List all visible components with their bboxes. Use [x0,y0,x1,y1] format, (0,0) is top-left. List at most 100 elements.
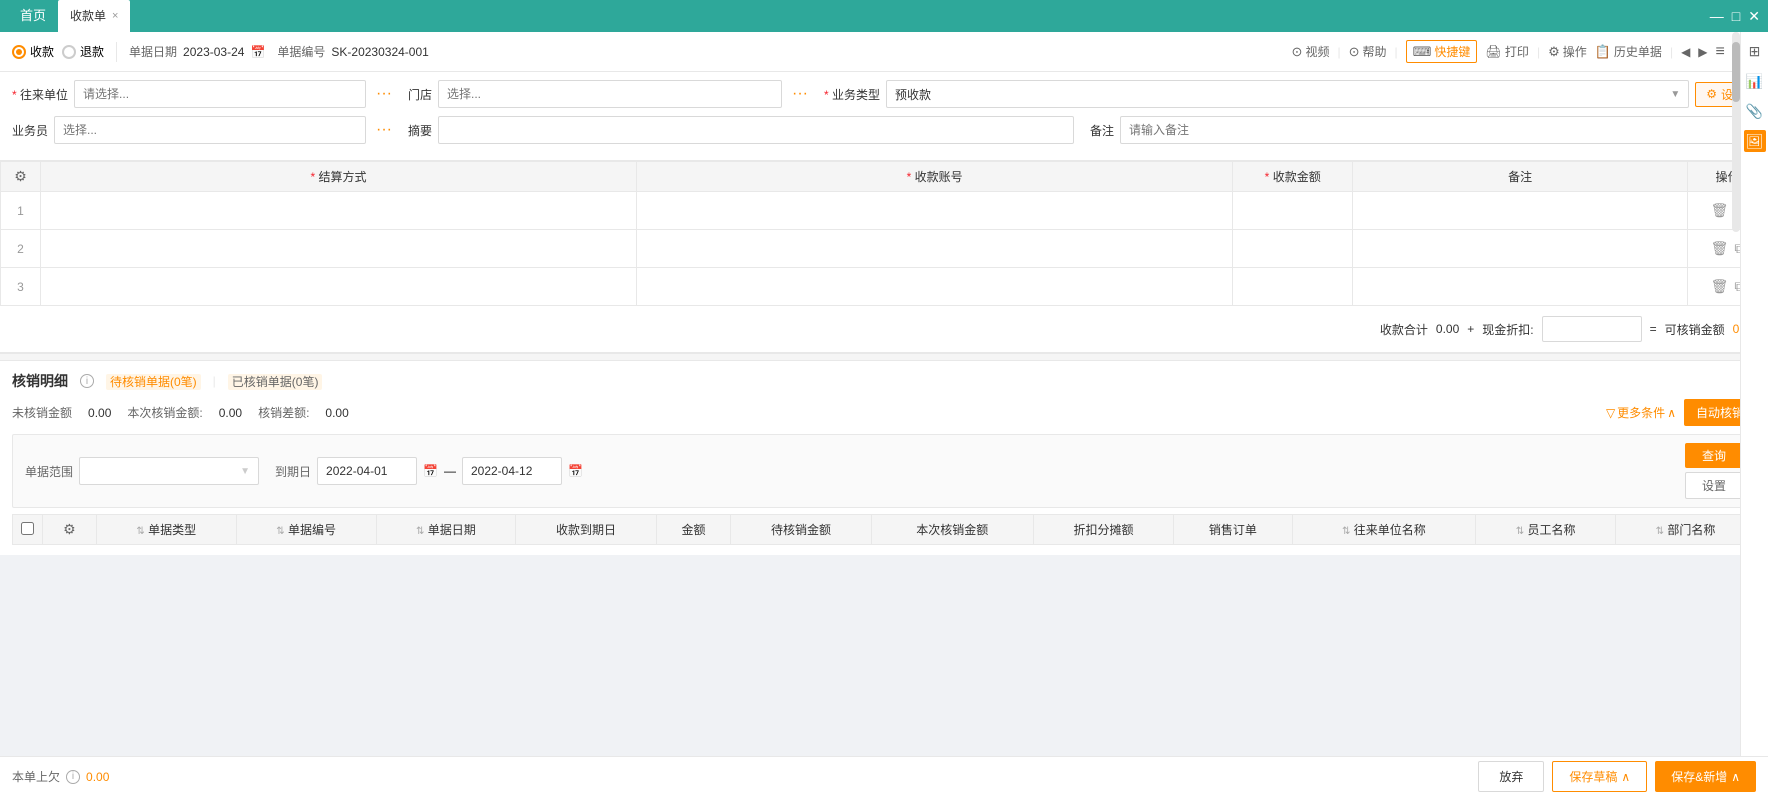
range-select[interactable]: ▼ [79,457,259,485]
date-label: 单据日期 [129,43,177,60]
date-to-input[interactable] [462,457,562,485]
sort-type-icon[interactable]: ⇅ [136,526,144,537]
window-minimize-btn[interactable]: — [1710,8,1724,24]
sidebar-screenshot-icon[interactable]: 🖼 [1744,130,1766,152]
amount-cell-3[interactable] [1233,268,1353,306]
remarks-label: 备注 [1090,122,1114,139]
col-account-header: 收款账号 [637,162,1233,192]
business-type-select[interactable]: 预收款 ▼ [886,80,1689,108]
action-history[interactable]: 📋 历史单据 [1595,43,1662,60]
verify-table: ⚙ ⇅ 单据类型 ⇅ 单据编号 ⇅ 单据日期 收款到期日 金 [12,514,1756,545]
staff-field: 业务员 ··· [12,116,392,144]
verify-col-gear[interactable]: ⚙ [43,515,97,545]
staff-input[interactable] [54,116,366,144]
operation-icon: ⚙ [1548,44,1560,60]
nav-next-icon[interactable]: ▶ [1698,45,1707,59]
sort-dept-icon[interactable]: ⇅ [1656,526,1664,537]
tab-active[interactable]: 收款单 × [58,0,130,32]
action-video-label: 视频 [1305,43,1329,60]
settlement-cell-2[interactable] [41,230,637,268]
number-label: 单据编号 [277,43,325,60]
settlement-cell-3[interactable] [41,268,637,306]
amount-cell-2[interactable] [1233,230,1353,268]
radio-refund[interactable]: 退款 [62,43,104,60]
calendar-from-icon[interactable]: 📅 [423,464,438,478]
verify-diff-value: 0.00 [325,406,348,420]
window-close-btn[interactable]: ✕ [1748,8,1760,25]
radio-receipt[interactable]: 收款 [12,43,54,60]
account-cell-3[interactable] [637,268,1233,306]
tab-home[interactable]: 首页 [8,0,58,32]
date-from-input[interactable] [317,457,417,485]
delete-row-1-btn[interactable]: 🗑 [1711,202,1729,219]
settlement-cell-1[interactable] [41,192,637,230]
store-more-icon[interactable]: ··· [792,85,808,103]
save-draft-button[interactable]: 保存草稿 ∧ [1552,761,1647,792]
remarks-cell-1[interactable] [1353,192,1688,230]
pending-tab-label: 待核销单据(0笔) [106,374,201,390]
col-settings[interactable]: ⚙ [1,162,41,192]
verify-col-discount-label: 折扣分摊额 [1074,523,1134,537]
select-all-checkbox[interactable] [21,522,34,535]
remarks-input[interactable] [1120,116,1756,144]
summary-input[interactable] [438,116,1074,144]
counterpart-input[interactable] [74,80,366,108]
sort-number-icon[interactable]: ⇅ [276,526,284,537]
gear-icon: ⚙ [1706,87,1717,101]
table-gear-icon[interactable]: ⚙ [14,168,27,184]
delete-row-2-btn[interactable]: 🗑 [1711,240,1729,257]
sidebar-attachment-icon[interactable]: 📎 [1744,100,1766,122]
save-draft-chevron: ∧ [1621,770,1630,784]
sidebar-chart-icon[interactable]: 📊 [1744,70,1766,92]
pending-verify-tab[interactable]: 待核销单据(0笔) [106,373,201,390]
tab-close-icon[interactable]: × [112,0,118,32]
bottom-info-icon[interactable]: i [66,770,80,784]
section-separator [0,353,1768,361]
nav-prev-icon[interactable]: ◀ [1681,45,1690,59]
action-operation[interactable]: ⚙ 操作 [1548,43,1587,60]
scrollbar[interactable] [1732,32,1740,232]
action-help[interactable]: ⊙ 帮助 [1349,43,1387,60]
calendar-to-icon[interactable]: 📅 [568,464,583,478]
layout-list-icon[interactable]: ≡ [1716,43,1725,61]
remarks-cell-3[interactable] [1353,268,1688,306]
help-icon: ⊙ [1349,44,1360,60]
date-range-field: 到期日 📅 — 📅 [275,457,583,485]
verify-info-icon[interactable]: i [80,374,94,388]
more-filter-label: 更多条件 [1617,404,1665,421]
more-filter-btn[interactable]: ▽ 更多条件 ∧ [1606,404,1676,421]
remarks-cell-2[interactable] [1353,230,1688,268]
verified-tab[interactable]: 已核销单据(0笔) [228,373,323,390]
toolbar-actions: ⊙ 视频 | ⊙ 帮助 | ⌨ 快捷键 🖨 打印 | ⚙ 操作 📋 历史单据 |… [1292,40,1756,64]
verify-col-current-label: 本次核销金额 [916,523,988,537]
action-print[interactable]: 🖨 打印 [1485,43,1529,60]
store-input[interactable] [438,80,782,108]
save-new-button[interactable]: 保存&新增 ∧ [1655,761,1756,792]
counterpart-field: 往来单位 ··· [12,80,392,108]
staff-more-icon[interactable]: ··· [376,121,392,139]
calendar-icon[interactable]: 📅 [250,45,265,59]
scrollbar-thumb[interactable] [1732,42,1740,102]
sort-staff-icon[interactable]: ⇅ [1516,526,1524,537]
query-button[interactable]: 查询 [1685,443,1743,468]
discard-button[interactable]: 放弃 [1478,761,1544,792]
sort-counterpart-icon[interactable]: ⇅ [1342,526,1350,537]
action-shortcut[interactable]: ⌨ 快捷键 [1406,40,1478,63]
window-maximize-btn[interactable]: □ [1732,8,1740,24]
account-cell-2[interactable] [637,230,1233,268]
action-video[interactable]: ⊙ 视频 [1292,43,1330,60]
filter-setting-button[interactable]: 设置 [1685,472,1743,499]
date-range-separator: — [444,464,456,478]
sort-date-icon[interactable]: ⇅ [416,526,424,537]
counterpart-more-icon[interactable]: ··· [376,85,392,103]
number-value: SK-20230324-001 [331,45,428,59]
delete-row-3-btn[interactable]: 🗑 [1711,278,1729,295]
verify-col-checkbox[interactable] [13,515,43,545]
bottom-bar: 本单上欠 i 0.00 放弃 保存草稿 ∧ 保存&新增 ∧ [0,756,1768,796]
amount-cell-1[interactable] [1233,192,1353,230]
sidebar-table-icon[interactable]: ⊞ [1744,40,1766,62]
available-label: 可核销金额 [1665,321,1725,338]
discount-input[interactable] [1542,316,1642,342]
account-cell-1[interactable] [637,192,1233,230]
verify-table-gear-icon[interactable]: ⚙ [63,521,76,537]
